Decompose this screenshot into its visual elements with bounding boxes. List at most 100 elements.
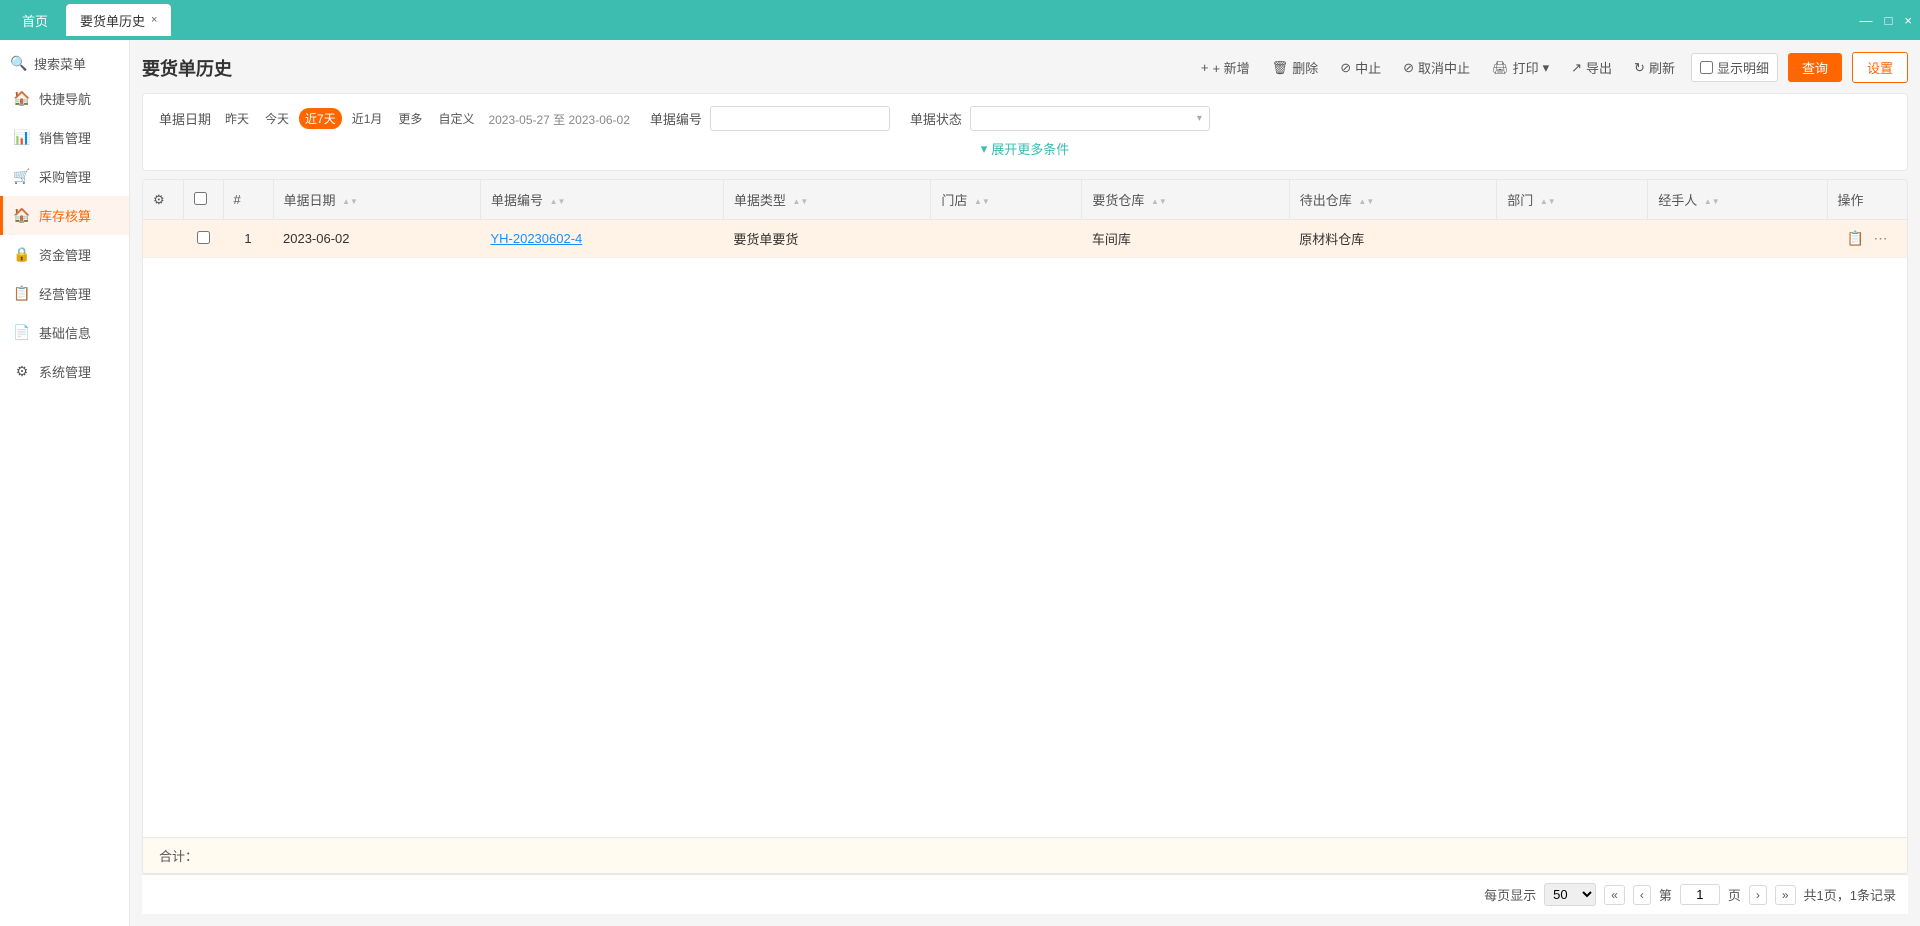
row-doc-num-cell[interactable]: YH-20230602-4 — [480, 220, 723, 258]
sort-handler-icon[interactable]: ▲▼ — [1704, 198, 1720, 206]
query-button[interactable]: 查询 — [1788, 53, 1842, 82]
top-bar: 首页 要货单历史 × — □ × — [0, 0, 1920, 40]
export-button[interactable]: ↗ 导出 — [1565, 54, 1618, 81]
table-spacer — [143, 258, 1907, 837]
doc-num-input[interactable] — [710, 106, 890, 131]
sidebar-item-label: 库存核算 — [39, 206, 91, 225]
display-detail-button[interactable]: 显示明细 — [1691, 53, 1778, 82]
col-settings[interactable]: ⚙ — [143, 180, 183, 220]
row-edit-icon[interactable]: 📋 — [1846, 230, 1863, 246]
col-doc-num-header[interactable]: 单据编号 ▲▼ — [480, 180, 723, 220]
last-page-button[interactable]: » — [1775, 885, 1796, 905]
date-opt-more[interactable]: 更多 — [392, 108, 428, 129]
table-row: 1 2023-06-02 YH-20230602-4 要货单要货 — [143, 220, 1907, 258]
new-label: + 新增 — [1212, 58, 1249, 77]
col-doc-date-header[interactable]: 单据日期 ▲▼ — [273, 180, 480, 220]
col-checkbox-header[interactable] — [183, 180, 223, 220]
window-maximize-icon[interactable]: □ — [1885, 13, 1893, 28]
row-req-warehouse-cell: 车间库 — [1082, 220, 1289, 258]
sort-doc-type-icon[interactable]: ▲▼ — [793, 198, 809, 206]
export-label: 导出 — [1586, 58, 1612, 77]
table-container: ⚙ # 单据日期 ▲▼ 单据编号 ▲▼ — [142, 179, 1908, 874]
doc-num-link[interactable]: YH-20230602-4 — [490, 231, 582, 246]
window-minimize-icon[interactable]: — — [1860, 13, 1873, 28]
sidebar-item-sales-mgmt[interactable]: 📊 销售管理 — [0, 118, 129, 157]
first-page-button[interactable]: « — [1604, 885, 1625, 905]
refresh-button[interactable]: ↻ 刷新 — [1628, 54, 1681, 81]
col-doc-type-header[interactable]: 单据类型 ▲▼ — [723, 180, 930, 220]
delete-button[interactable]: 🗑 删除 — [1266, 54, 1325, 81]
date-opt-7days[interactable]: 近7天 — [299, 108, 342, 129]
sort-req-warehouse-icon[interactable]: ▲▼ — [1151, 198, 1167, 206]
toolbar: + + 新增 🗑 删除 ⊘ 中止 ⊘ 取消中止 🖨 打印 — [1195, 52, 1908, 83]
stop-icon: ⊘ — [1340, 60, 1351, 76]
col-action-header: 操作 — [1827, 180, 1907, 220]
doc-num-label: 单据编号 — [650, 109, 702, 128]
date-opt-today[interactable]: 今天 — [259, 108, 295, 129]
settings-button[interactable]: 设置 — [1852, 52, 1908, 83]
sidebar: 🔍 搜索菜单 🏠 快捷导航 📊 销售管理 🛒 采购管理 🏠 库存核算 🔒 资金管… — [0, 40, 130, 926]
main-layout: 🔍 搜索菜单 🏠 快捷导航 📊 销售管理 🛒 采购管理 🏠 库存核算 🔒 资金管… — [0, 40, 1920, 926]
per-page-select[interactable]: 20 50 100 — [1544, 883, 1596, 906]
print-icon: 🖨 — [1492, 60, 1509, 76]
table-header-row: ⚙ # 单据日期 ▲▼ 单据编号 ▲▼ — [143, 180, 1907, 220]
print-dropdown-icon: ▾ — [1543, 60, 1550, 76]
sort-doc-date-icon[interactable]: ▲▼ — [342, 198, 358, 206]
sidebar-item-quick-nav[interactable]: 🏠 快捷导航 — [0, 79, 129, 118]
row-checkbox-cell[interactable] — [183, 220, 223, 258]
doc-status-input[interactable] — [970, 106, 1210, 131]
sidebar-item-purchase-mgmt[interactable]: 🛒 采购管理 — [0, 157, 129, 196]
date-filter-group: 单据日期 昨天 今天 近7天 近1月 更多 自定义 2023-05-27 至 2… — [159, 108, 630, 129]
window-close-icon[interactable]: × — [1904, 13, 1912, 28]
lock-icon: 🔒 — [13, 246, 31, 264]
tab-close-icon[interactable]: × — [151, 14, 157, 26]
expand-more-button[interactable]: ▾ 展开更多条件 — [159, 139, 1891, 158]
col-handler-header[interactable]: 经手人 ▲▼ — [1648, 180, 1827, 220]
per-page-label: 每页显示 — [1484, 885, 1536, 904]
row-settings-cell — [143, 220, 183, 258]
page-header: 要货单历史 + + 新增 🗑 删除 ⊘ 中止 ⊘ 取消中止 — [142, 52, 1908, 83]
new-button[interactable]: + + 新增 — [1195, 54, 1256, 81]
sidebar-item-sys-mgmt[interactable]: ⚙ 系统管理 — [0, 352, 129, 391]
sort-department-icon[interactable]: ▲▼ — [1540, 198, 1556, 206]
col-pending-warehouse-header[interactable]: 待出仓库 ▲▼ — [1289, 180, 1496, 220]
stop-button[interactable]: ⊘ 中止 — [1334, 54, 1387, 81]
page-title: 要货单历史 — [142, 55, 232, 81]
sort-store-icon[interactable]: ▲▼ — [974, 198, 990, 206]
row-handler-cell — [1648, 220, 1827, 258]
print-button[interactable]: 🖨 打印 ▾ — [1486, 54, 1555, 81]
display-detail-checkbox[interactable] — [1700, 61, 1713, 74]
pagination-bar: 每页显示 20 50 100 « ‹ 第 页 › » 共1页，1条记录 — [142, 874, 1908, 914]
prev-page-button[interactable]: ‹ — [1633, 885, 1651, 905]
date-options: 昨天 今天 近7天 近1月 更多 自定义 — [219, 108, 480, 129]
export-icon: ↗ — [1571, 60, 1582, 76]
next-page-button[interactable]: › — [1749, 885, 1767, 905]
sidebar-search[interactable]: 🔍 搜索菜单 — [0, 48, 129, 79]
sort-pending-warehouse-icon[interactable]: ▲▼ — [1358, 198, 1374, 206]
gear-icon: ⚙ — [13, 363, 31, 381]
col-store-header[interactable]: 门店 ▲▼ — [931, 180, 1082, 220]
sidebar-item-ops-mgmt[interactable]: 📋 经营管理 — [0, 274, 129, 313]
status-dropdown-icon: ▾ — [1197, 113, 1202, 124]
sort-doc-num-icon[interactable]: ▲▼ — [550, 198, 566, 206]
col-req-warehouse-header[interactable]: 要货仓库 ▲▼ — [1082, 180, 1289, 220]
page-number-input[interactable] — [1680, 884, 1720, 905]
date-opt-1month[interactable]: 近1月 — [346, 108, 389, 129]
sidebar-item-basic-info[interactable]: 📄 基础信息 — [0, 313, 129, 352]
tab-requisition-history[interactable]: 要货单历史 × — [66, 4, 171, 36]
display-detail-label: 显示明细 — [1717, 58, 1769, 77]
settings-label: 设置 — [1867, 58, 1893, 77]
chart-icon: 📊 — [13, 129, 31, 147]
sidebar-item-label: 基础信息 — [39, 323, 91, 342]
sidebar-item-label: 系统管理 — [39, 362, 91, 381]
sidebar-item-finance-mgmt[interactable]: 🔒 资金管理 — [0, 235, 129, 274]
col-department-header[interactable]: 部门 ▲▼ — [1497, 180, 1648, 220]
sidebar-item-inventory-calc[interactable]: 🏠 库存核算 — [0, 196, 129, 235]
date-opt-custom[interactable]: 自定义 — [432, 108, 480, 129]
row-more-icon[interactable]: ⋯ — [1874, 230, 1888, 246]
cancel-stop-button[interactable]: ⊘ 取消中止 — [1397, 54, 1476, 81]
tab-home[interactable]: 首页 — [8, 4, 62, 36]
select-all-checkbox[interactable] — [194, 192, 207, 205]
row-checkbox[interactable] — [197, 231, 210, 244]
date-opt-yesterday[interactable]: 昨天 — [219, 108, 255, 129]
